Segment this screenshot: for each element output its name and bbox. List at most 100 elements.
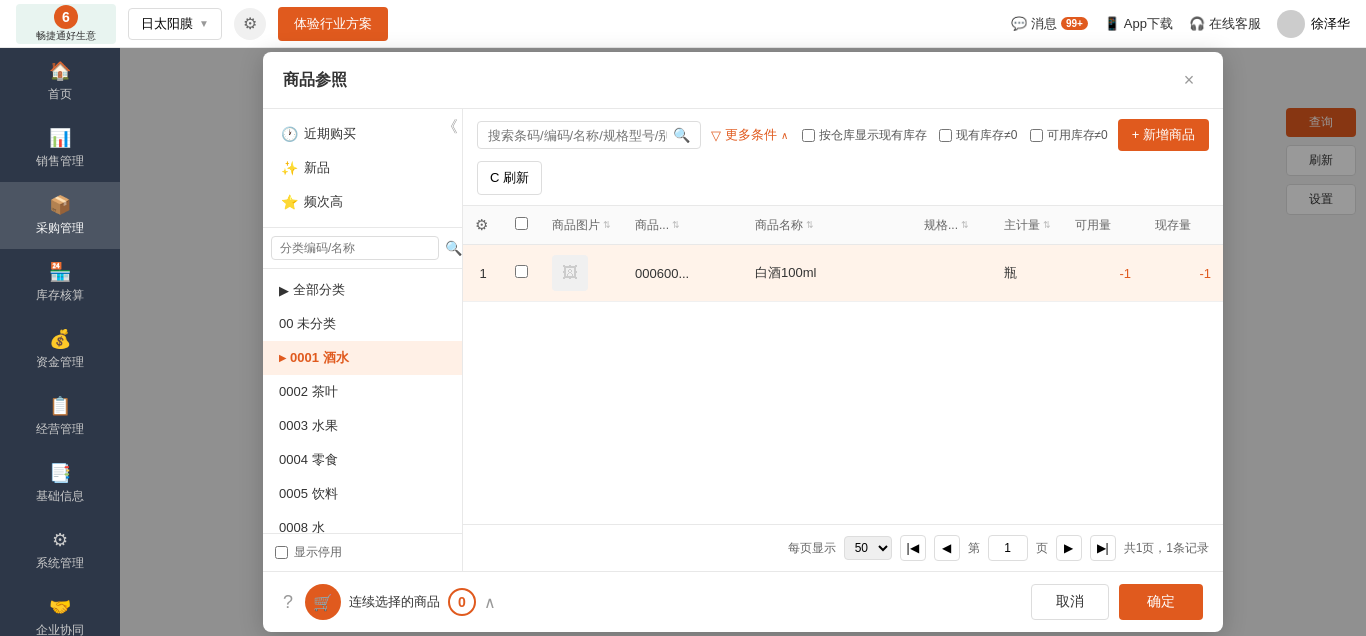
collapse-cat-button[interactable]: 《	[442, 117, 458, 138]
page-suffix-label: 页	[1036, 540, 1048, 557]
product-search-icon[interactable]: 🔍	[673, 127, 690, 143]
new-items-item[interactable]: ✨ 新品	[271, 151, 454, 185]
app-icon: 📱	[1104, 16, 1120, 31]
th-unit-sort[interactable]: 主计量 ⇅	[1004, 217, 1051, 234]
checkbox-available-stock[interactable]: 可用库存≠0	[1030, 127, 1108, 144]
sidebar-item-home[interactable]: 🏠 首页	[0, 48, 120, 115]
th-code-sort[interactable]: 商品... ⇅	[635, 217, 731, 234]
show-disabled-checkbox[interactable]	[275, 546, 288, 559]
category-search-input[interactable]	[271, 236, 439, 260]
sidebar-label-sales: 销售管理	[36, 153, 84, 170]
cat-beverage[interactable]: 0005 饮料	[263, 477, 462, 511]
cat-water[interactable]: 0008 水	[263, 511, 462, 533]
modal-header: 商品参照 ×	[263, 52, 1223, 109]
cat-tea[interactable]: 0002 茶叶	[263, 375, 462, 409]
sidebar-item-system[interactable]: ⚙ 系统管理	[0, 517, 120, 584]
recent-icon: 🕐	[281, 126, 298, 142]
purchase-icon: 📦	[49, 194, 71, 216]
frequent-label: 频次高	[304, 193, 343, 211]
category-search-icon[interactable]: 🔍	[445, 240, 462, 256]
page-next-button[interactable]: ▶	[1056, 535, 1082, 561]
per-page-select[interactable]: 50	[844, 536, 892, 560]
cat-liquor[interactable]: ▶ 0001 酒水	[263, 341, 462, 375]
cart-icon: 🛒	[305, 584, 341, 620]
sidebar-label-finance: 资金管理	[36, 354, 84, 371]
add-product-button[interactable]: + 新增商品	[1118, 119, 1209, 151]
chevron-up-icon[interactable]: ∧	[484, 593, 496, 612]
page-last-button[interactable]: ▶|	[1090, 535, 1116, 561]
cat-footer: 显示停用	[263, 533, 462, 571]
th-code-label: 商品...	[635, 217, 669, 234]
brand-logo: 6 畅捷通好生意	[16, 4, 116, 44]
content-area: 查询 刷新 设置 商品参照 × 🕐	[120, 48, 1366, 636]
th-name-sort[interactable]: 商品名称 ⇅	[755, 217, 900, 234]
service-icon: 🎧	[1189, 16, 1205, 31]
product-search-input[interactable]	[488, 128, 667, 143]
online-service-item[interactable]: 🎧 在线客服	[1189, 15, 1261, 33]
cat-panel-nav: 🕐 近期购买 ✨ 新品 ⭐ 频次高 《	[263, 109, 462, 228]
user-name: 徐泽华	[1311, 15, 1350, 33]
checkbox-available-stock-input[interactable]	[1030, 129, 1043, 142]
modal-overlay: 商品参照 × 🕐 近期购买 ✨	[120, 48, 1366, 636]
checkbox-warehouse[interactable]: 按仓库显示现有库存	[802, 127, 927, 144]
right-panel: 🔍 ▽ 更多条件 ∧ 按仓库显示现有库存	[463, 109, 1223, 571]
img-placeholder-icon: 🖼	[562, 264, 578, 282]
try-industry-button[interactable]: 体验行业方案	[278, 7, 388, 41]
page-first-button[interactable]: |◀	[900, 535, 926, 561]
messages-item[interactable]: 💬 消息 99+	[1011, 15, 1088, 33]
refresh-button[interactable]: C 刷新	[477, 161, 542, 195]
cat-fruit[interactable]: 0003 水果	[263, 409, 462, 443]
th-code: 商品... ⇅	[623, 206, 743, 245]
footer-actions: 取消 确定	[1031, 584, 1203, 620]
th-image-sort[interactable]: 商品图片 ⇅	[552, 217, 611, 234]
sidebar-item-finance[interactable]: 💰 资金管理	[0, 316, 120, 383]
sort-icon-spec: ⇅	[961, 220, 969, 230]
page-prev-button[interactable]: ◀	[934, 535, 960, 561]
sidebar-item-purchase[interactable]: 📦 采购管理	[0, 182, 120, 249]
sidebar-item-basic-info[interactable]: 📑 基础信息	[0, 450, 120, 517]
modal-close-button[interactable]: ×	[1175, 66, 1203, 94]
recent-purchase-item[interactable]: 🕐 近期购买	[271, 117, 454, 151]
sidebar-item-operations[interactable]: 📋 经营管理	[0, 383, 120, 450]
row-select-checkbox[interactable]	[515, 265, 528, 278]
pagination: 每页显示 50 |◀ ◀ 第 页 ▶ ▶| 共1页，1条记录	[463, 524, 1223, 571]
th-image: 商品图片 ⇅	[540, 206, 623, 245]
settings-button[interactable]: ⚙	[234, 8, 266, 40]
sidebar-label-inventory: 库存核算	[36, 287, 84, 304]
table-row[interactable]: 1 🖼	[463, 245, 1223, 302]
select-all-checkbox[interactable]	[515, 217, 528, 230]
user-avatar-area[interactable]: 徐泽华	[1277, 10, 1350, 38]
checkbox-existing-stock-input[interactable]	[939, 129, 952, 142]
new-label: 新品	[304, 159, 330, 177]
row-stock-cell: -1	[1143, 245, 1223, 302]
sidebar-item-sales[interactable]: 📊 销售管理	[0, 115, 120, 182]
modal-body: 🕐 近期购买 ✨ 新品 ⭐ 频次高 《	[263, 109, 1223, 571]
filter-checkboxes: 按仓库显示现有库存 现有库存≠0 可用库存≠0	[802, 127, 1108, 144]
app-download-item[interactable]: 📱 App下载	[1104, 15, 1173, 33]
more-filters-button[interactable]: ▽ 更多条件 ∧	[711, 126, 788, 144]
finance-icon: 💰	[49, 328, 71, 350]
store-name: 日太阳膜	[141, 15, 193, 33]
product-search-box: 🔍	[477, 121, 701, 149]
sales-icon: 📊	[49, 127, 71, 149]
th-checkbox	[503, 206, 540, 245]
th-spec-sort[interactable]: 规格... ⇅	[924, 217, 980, 234]
help-icon[interactable]: ?	[283, 592, 293, 613]
cancel-button[interactable]: 取消	[1031, 584, 1109, 620]
table-settings-icon[interactable]: ⚙	[475, 216, 488, 233]
checkbox-warehouse-input[interactable]	[802, 129, 815, 142]
store-dropdown[interactable]: 日太阳膜 ▼	[128, 8, 222, 40]
category-panel: 🕐 近期购买 ✨ 新品 ⭐ 频次高 《	[263, 109, 463, 571]
confirm-button[interactable]: 确定	[1119, 584, 1203, 620]
page-number-input[interactable]	[988, 535, 1028, 561]
sidebar-item-inventory[interactable]: 🏪 库存核算	[0, 249, 120, 316]
sidebar-label-system: 系统管理	[36, 555, 84, 572]
checkbox-existing-stock[interactable]: 现有库存≠0	[939, 127, 1017, 144]
cat-snack[interactable]: 0004 零食	[263, 443, 462, 477]
cat-all[interactable]: ▶ 全部分类	[263, 273, 462, 307]
cat-unclassified[interactable]: 00 未分类	[263, 307, 462, 341]
top-nav: 6 畅捷通好生意 日太阳膜 ▼ ⚙ 体验行业方案 💬 消息 99+ 📱 App下…	[0, 0, 1366, 48]
sidebar-item-enterprise[interactable]: 🤝 企业协同	[0, 584, 120, 636]
show-disabled-label[interactable]: 显示停用	[294, 544, 342, 561]
frequent-items[interactable]: ⭐ 频次高	[271, 185, 454, 219]
